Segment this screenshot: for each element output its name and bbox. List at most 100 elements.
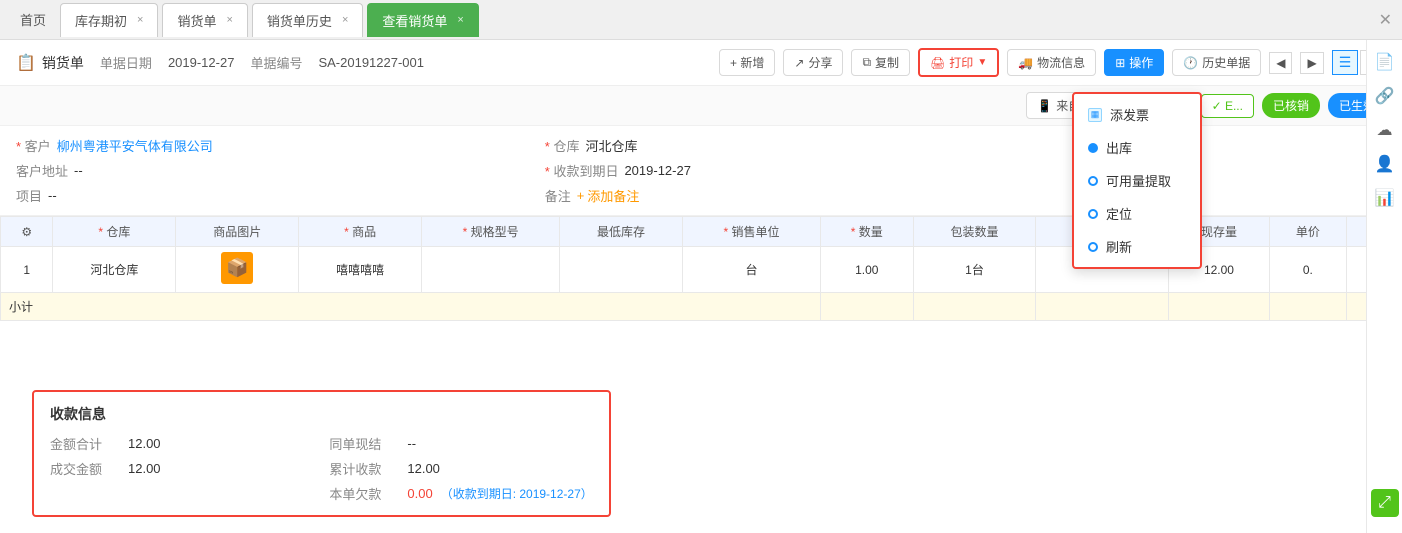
doc-icon: 📋 bbox=[16, 53, 36, 73]
cell-warehouse: 河北仓库 bbox=[53, 247, 176, 293]
print-dropdown-icon: ▼ bbox=[977, 57, 987, 68]
confirm-btn[interactable]: ✓ E... bbox=[1201, 94, 1254, 118]
tab-sales[interactable]: 销货单 × bbox=[162, 3, 247, 37]
payment-section: 收款信息 金额合计 12.00 同单现结 -- 成交金额 12.00 累计收款 … bbox=[32, 390, 611, 517]
warehouse-label: 仓库 bbox=[545, 136, 580, 155]
note-field: 备注 添加备注 bbox=[545, 186, 1066, 205]
col-price: 单价 bbox=[1269, 217, 1347, 247]
arrears-note: （收款到期日: 2019-12-27） bbox=[441, 485, 593, 502]
sidebar-link-icon[interactable]: 🔗 bbox=[1371, 82, 1399, 110]
col-spec: * 规格型号 bbox=[422, 217, 560, 247]
tab-inventory[interactable]: 库存期初 × bbox=[60, 3, 158, 37]
operations-button[interactable]: ⊞ 操作 bbox=[1104, 49, 1164, 76]
due-date-label: 收款到期日 bbox=[545, 161, 619, 180]
cell-min-stock bbox=[560, 247, 683, 293]
bottom-area: 收款信息 金额合计 12.00 同单现结 -- 成交金额 12.00 累计收款 … bbox=[0, 378, 1402, 533]
payment-grid: 金额合计 12.00 同单现结 -- 成交金额 12.00 累计收款 12.00 bbox=[50, 434, 593, 503]
note-label: 备注 bbox=[545, 186, 571, 205]
view-list-btn[interactable]: ☰ bbox=[1332, 50, 1359, 75]
subtotal-qty bbox=[820, 293, 913, 321]
payment-title: 收款信息 bbox=[50, 404, 593, 424]
sidebar-user-icon[interactable]: 👤 bbox=[1371, 150, 1399, 178]
project-label: 项目 bbox=[16, 186, 42, 205]
due-date-value: 2019-12-27 bbox=[624, 163, 691, 178]
tab-sales-history-close[interactable]: × bbox=[342, 14, 348, 26]
arrears-value: 0.00 bbox=[407, 486, 432, 501]
cell-unit: 台 bbox=[682, 247, 820, 293]
locate-item[interactable]: 定位 bbox=[1074, 197, 1200, 230]
cumulative-value: 12.00 bbox=[407, 461, 440, 476]
locate-dot bbox=[1088, 209, 1098, 219]
warehouse-field: 仓库 河北仓库 bbox=[545, 136, 1066, 155]
sidebar-expand-icon[interactable]: ⤢ bbox=[1371, 489, 1399, 517]
phone-icon: 📱 bbox=[1037, 99, 1052, 113]
subtotal-label: 小计 bbox=[1, 293, 821, 321]
cumulative-label: 累计收款 bbox=[329, 459, 399, 478]
subtotal-avail bbox=[1036, 293, 1169, 321]
print-icon: 🖨 bbox=[930, 56, 945, 70]
new-button[interactable]: + 新增 bbox=[719, 49, 775, 76]
status-sold-btn[interactable]: 已核销 bbox=[1262, 93, 1320, 118]
available-qty-item[interactable]: 可用量提取 bbox=[1074, 164, 1200, 197]
invoice-icon: ▦ bbox=[1088, 108, 1102, 122]
refresh-item[interactable]: 刷新 bbox=[1074, 230, 1200, 263]
deal-label: 成交金额 bbox=[50, 459, 120, 478]
tab-view-sales[interactable]: 查看销货单 × bbox=[367, 3, 478, 37]
deal-row: 成交金额 12.00 bbox=[50, 459, 313, 478]
col-product: * 商品 bbox=[299, 217, 422, 247]
arrears-row: 本单欠款 0.00 （收款到期日: 2019-12-27） bbox=[329, 484, 592, 503]
close-button[interactable]: ✕ bbox=[1379, 10, 1392, 30]
nav-next[interactable]: ▶ bbox=[1300, 52, 1323, 74]
history-button[interactable]: 🕐 历史单据 bbox=[1172, 49, 1261, 76]
col-min-stock: 最低库存 bbox=[560, 217, 683, 247]
cell-spec bbox=[422, 247, 560, 293]
tab-view-sales-close[interactable]: × bbox=[457, 14, 463, 26]
refresh-dot bbox=[1088, 242, 1098, 252]
total-label: 金额合计 bbox=[50, 434, 120, 453]
col-unit: * 销售单位 bbox=[682, 217, 820, 247]
cumulative-row: 累计收款 12.00 bbox=[329, 459, 592, 478]
tab-home[interactable]: 首页 bbox=[10, 4, 56, 35]
sidebar-doc-icon[interactable]: 📄 bbox=[1371, 48, 1399, 76]
tab-sales-history[interactable]: 销货单历史 × bbox=[252, 3, 363, 37]
project-field: 项目 -- bbox=[16, 186, 537, 205]
tab-sales-close[interactable]: × bbox=[226, 14, 232, 26]
doc-meta: 单据日期 2019-12-27 单据编号 SA-20191227-001 bbox=[100, 53, 424, 72]
subtotal-price bbox=[1269, 293, 1347, 321]
logistics-button[interactable]: 🚚 物流信息 bbox=[1007, 49, 1096, 76]
sidebar-cloud-icon[interactable]: ☁ bbox=[1371, 116, 1399, 144]
ship-dot bbox=[1088, 143, 1098, 153]
total-row: 金额合计 12.00 bbox=[50, 434, 313, 453]
add-invoice-item[interactable]: ▦ 添发票 bbox=[1074, 98, 1200, 131]
ship-item[interactable]: 出库 bbox=[1074, 131, 1200, 164]
avail-dot bbox=[1088, 176, 1098, 186]
doc-actions: + 新增 ↗ 分享 ⧉ 复制 🖨 打印 ▼ 🚚 物流信息 ⊞ 操作 bbox=[719, 48, 1386, 77]
sidebar-chart-icon[interactable]: 📊 bbox=[1371, 184, 1399, 212]
doc-header: 📋 销货单 单据日期 2019-12-27 单据编号 SA-20191227-0… bbox=[0, 40, 1402, 86]
cell-product: 嘻嘻嘻嘻 bbox=[299, 247, 422, 293]
doc-title-text: 销货单 bbox=[42, 53, 84, 73]
doc-title: 📋 销货单 bbox=[16, 53, 84, 73]
same-order-row: 同单现结 -- bbox=[329, 434, 592, 453]
grid-icon: ⊞ bbox=[1115, 56, 1125, 70]
due-date-field: 收款到期日 2019-12-27 bbox=[545, 161, 1066, 180]
warehouse-value: 河北仓库 bbox=[585, 136, 637, 155]
col-warehouse: * 仓库 bbox=[53, 217, 176, 247]
col-gear[interactable]: ⚙ bbox=[1, 217, 53, 247]
print-button[interactable]: 🖨 打印 ▼ bbox=[918, 48, 999, 77]
address-field: 客户地址 -- bbox=[16, 161, 537, 180]
product-image bbox=[221, 252, 253, 284]
tab-bar: 首页 库存期初 × 销货单 × 销货单历史 × 查看销货单 × ✕ bbox=[0, 0, 1402, 40]
copy-button[interactable]: ⧉ 复制 bbox=[851, 49, 910, 76]
tab-inventory-close[interactable]: × bbox=[137, 14, 143, 26]
add-note-btn[interactable]: 添加备注 bbox=[577, 186, 640, 205]
col-img: 商品图片 bbox=[176, 217, 299, 247]
cell-pack-qty: 1台 bbox=[913, 247, 1036, 293]
share-button[interactable]: ↗ 分享 bbox=[783, 49, 843, 76]
customer-value[interactable]: 柳州粤港平安气体有限公司 bbox=[57, 136, 213, 155]
address-value: -- bbox=[74, 163, 83, 178]
nav-prev[interactable]: ◀ bbox=[1269, 52, 1292, 74]
cell-img bbox=[176, 247, 299, 293]
customer-field: 客户 柳州粤港平安气体有限公司 bbox=[16, 136, 537, 155]
customer-label: 客户 bbox=[16, 136, 51, 155]
